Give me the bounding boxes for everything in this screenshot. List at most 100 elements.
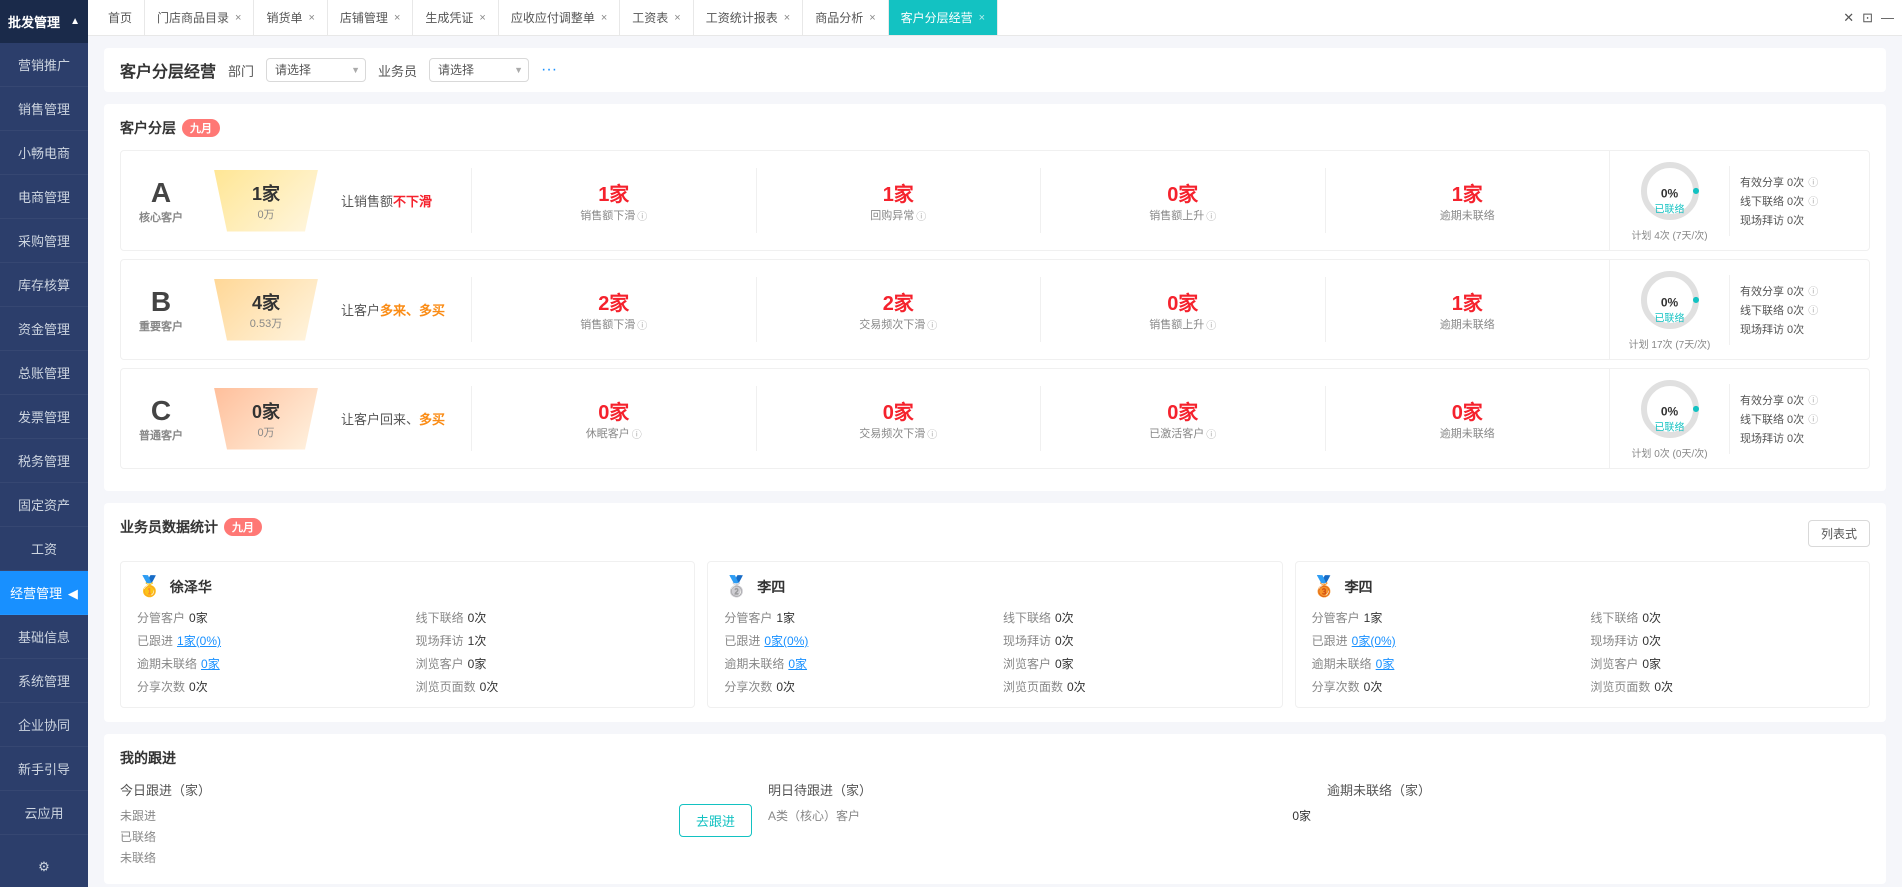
tab-customer-tier[interactable]: 客户分层经营 × [889,0,998,36]
sidebar-item-gz[interactable]: 工资 [0,527,88,571]
sidebar-header-title: 批发管理 [8,12,60,31]
settings-icon[interactable]: ⚙ [0,847,88,887]
staff-header-2: 🥉 李四 [1312,574,1853,599]
followup-row: 未联络 [120,849,663,866]
tier-label-c: C 普通客户 [121,379,201,459]
tier-stat-c3: 0家 已激活客户 ⓘ [1040,386,1325,451]
sidebar-item-qyxt[interactable]: 企业协同 [0,703,88,747]
tier-stat-c4: 0家 逾期未联络 [1325,386,1610,451]
tab-close-icon[interactable]: × [674,12,680,24]
sidebar-item-xtgl[interactable]: 系统管理 [0,659,88,703]
sidebar-item-jcxx[interactable]: 基础信息 [0,615,88,659]
help-icon: ⓘ [632,426,642,441]
sidebar-item-yxtg[interactable]: 营销推广 [0,43,88,87]
goto-followup-btn[interactable]: 去跟进 [679,804,752,837]
help-icon: ⓘ [916,208,926,223]
sidebar-item-yyyp[interactable]: 云应用 [0,791,88,835]
tier-row-a: A 核心客户 1家 0万 让销售额不下滑 1家 销售额下滑 ⓘ [120,150,1870,251]
sidebar-item-zjgl[interactable]: 资金管理 [0,307,88,351]
staff-row: 分享次数 0次 [137,678,400,695]
tier-label-a: A 核心客户 [121,161,201,241]
sidebar-item-xsyd[interactable]: 新手引导 [0,747,88,791]
sidebar-item-gdzy[interactable]: 固定资产 [0,483,88,527]
sidebar-item-xcdp[interactable]: 小畅电商 [0,131,88,175]
more-options-btn[interactable]: ··· [541,61,557,79]
sidebar-item-zzgl[interactable]: 总账管理 [0,351,88,395]
staff-row: 浏览页面数 0次 [1003,678,1266,695]
tab-close-icon[interactable]: × [784,12,790,24]
help-icon: ⓘ [927,317,937,332]
followup-row: A类（核心）客户 0家 [768,807,1311,824]
sidebar-item-cjgl[interactable]: 采购管理 [0,219,88,263]
help-icon: ⓘ [637,317,647,332]
tab-home[interactable]: 首页 [96,0,145,36]
sidebar-item-jygl[interactable]: 经营管理 ◀ [0,571,88,615]
staff-row: 现场拜访 0次 [1590,632,1853,649]
staff-row: 浏览客户 0家 [1003,655,1266,672]
tab-product-analysis[interactable]: 商品分析 × [803,0,888,36]
tab-payroll-report[interactable]: 工资统计报表 × [694,0,803,36]
staff-select[interactable]: 请选择 [429,58,529,82]
tab-close-icon[interactable]: × [394,12,400,24]
staff-row: 分管客户 1家 [1312,609,1575,626]
tier-stat-c2: 0家 交易频次下滑 ⓘ [756,386,1041,451]
tab-close-icon[interactable]: × [235,12,241,24]
list-view-btn[interactable]: 列表式 [1808,520,1870,547]
followup-row: 未跟进 [120,807,663,824]
staff-row: 分享次数 0次 [1312,678,1575,695]
tab-voucher-gen[interactable]: 生成凭证 × [413,0,498,36]
biz-stats-section: 业务员数据统计 九月 列表式 🥇 徐泽华 分管客户 0家 [104,503,1886,722]
main-area: 首页 门店商品目录 × 销货单 × 店铺管理 × 生成凭证 × 应收应付调整单 … [88,0,1902,887]
sidebar-item-dsgl[interactable]: 电商管理 [0,175,88,219]
staff-label: 业务员 [378,61,417,80]
sidebar-item-fpgl[interactable]: 发票管理 [0,395,88,439]
tab-store-mgmt[interactable]: 店铺管理 × [328,0,413,36]
staff-medal-0: 🥇 [137,574,162,599]
staff-row: 线下联络 0次 [416,609,679,626]
tier-circle-b: 0% 已联络 计划 17次 (7天/次) [1609,260,1729,359]
tier-row-b: B 重要客户 4家 0.53万 让客户多来、多买 2家 销售额下滑 ⓘ [120,259,1870,360]
tab-ar-ap-adjust[interactable]: 应收应付调整单 × [499,0,620,36]
tab-restore-icon[interactable]: ⊡ [1862,10,1873,26]
dept-select-wrap[interactable]: 请选择 [266,58,366,82]
tier-stat-b2: 2家 交易频次下滑 ⓘ [756,277,1041,342]
staff-row: 现场拜访 1次 [416,632,679,649]
help-icon: ⓘ [1808,392,1818,407]
tier-right-stats-a: 有效分享 0次 ⓘ 线下联络 0次 ⓘ 现场拜访 0次 [1729,166,1869,236]
help-icon: ⓘ [1206,208,1216,223]
tab-close-icon[interactable]: × [869,12,875,24]
sidebar-item-xsgl[interactable]: 销售管理 [0,87,88,131]
tab-close-icon[interactable]: × [479,12,485,24]
tab-close-active-icon[interactable]: × [979,12,985,24]
tier-funnel-b: 4家 0.53万 [201,279,331,341]
tier-circle-a: 0% 已联络 计划 4次 (7天/次) [1609,151,1729,250]
sidebar-item-swgl[interactable]: 税务管理 [0,439,88,483]
tier-stat-a2: 1家 回购异常 ⓘ [756,168,1041,233]
dept-label: 部门 [228,61,254,80]
staff-select-wrap[interactable]: 请选择 [429,58,529,82]
staff-row: 逾期未联络 0家 [1312,655,1575,672]
followup-row: 已联络 [120,828,663,845]
tier-right-stats-c: 有效分享 0次 ⓘ 线下联络 0次 ⓘ 现场拜访 0次 [1729,384,1869,454]
tab-sales-order[interactable]: 销货单 × [254,0,327,36]
tab-minimize-icon[interactable]: — [1881,10,1894,25]
page-title: 客户分层经营 [120,58,216,82]
sidebar: 批发管理 ▲ 营销推广 销售管理 小畅电商 电商管理 采购管理 库存核算 资金管… [0,0,88,887]
customer-month-badge: 九月 [182,119,220,137]
sidebar-header[interactable]: 批发管理 ▲ [0,0,88,43]
tab-close-icon[interactable]: × [601,12,607,24]
dept-select[interactable]: 请选择 [266,58,366,82]
help-icon: ⓘ [1808,411,1818,426]
tab-close-icon[interactable]: × [308,12,314,24]
tier-stat-c1: 0家 休眠客户 ⓘ [471,386,756,451]
tier-label-b: B 重要客户 [121,270,201,350]
customer-tier-title: 客户分层 九月 [120,118,1870,138]
tab-close-window-icon[interactable]: ✕ [1843,10,1854,26]
tier-row-c: C 普通客户 0家 0万 让客户回来、多买 0家 休眠客户 ⓘ [120,368,1870,469]
tab-payroll[interactable]: 工资表 × [620,0,693,36]
content-area: 客户分层经营 部门 请选择 业务员 请选择 ··· 客户分层 九月 [88,36,1902,887]
staff-header-0: 🥇 徐泽华 [137,574,678,599]
tab-product-list[interactable]: 门店商品目录 × [145,0,254,36]
sidebar-item-kchj[interactable]: 库存核算 [0,263,88,307]
staff-row: 已跟进 1家(0%) [137,632,400,649]
